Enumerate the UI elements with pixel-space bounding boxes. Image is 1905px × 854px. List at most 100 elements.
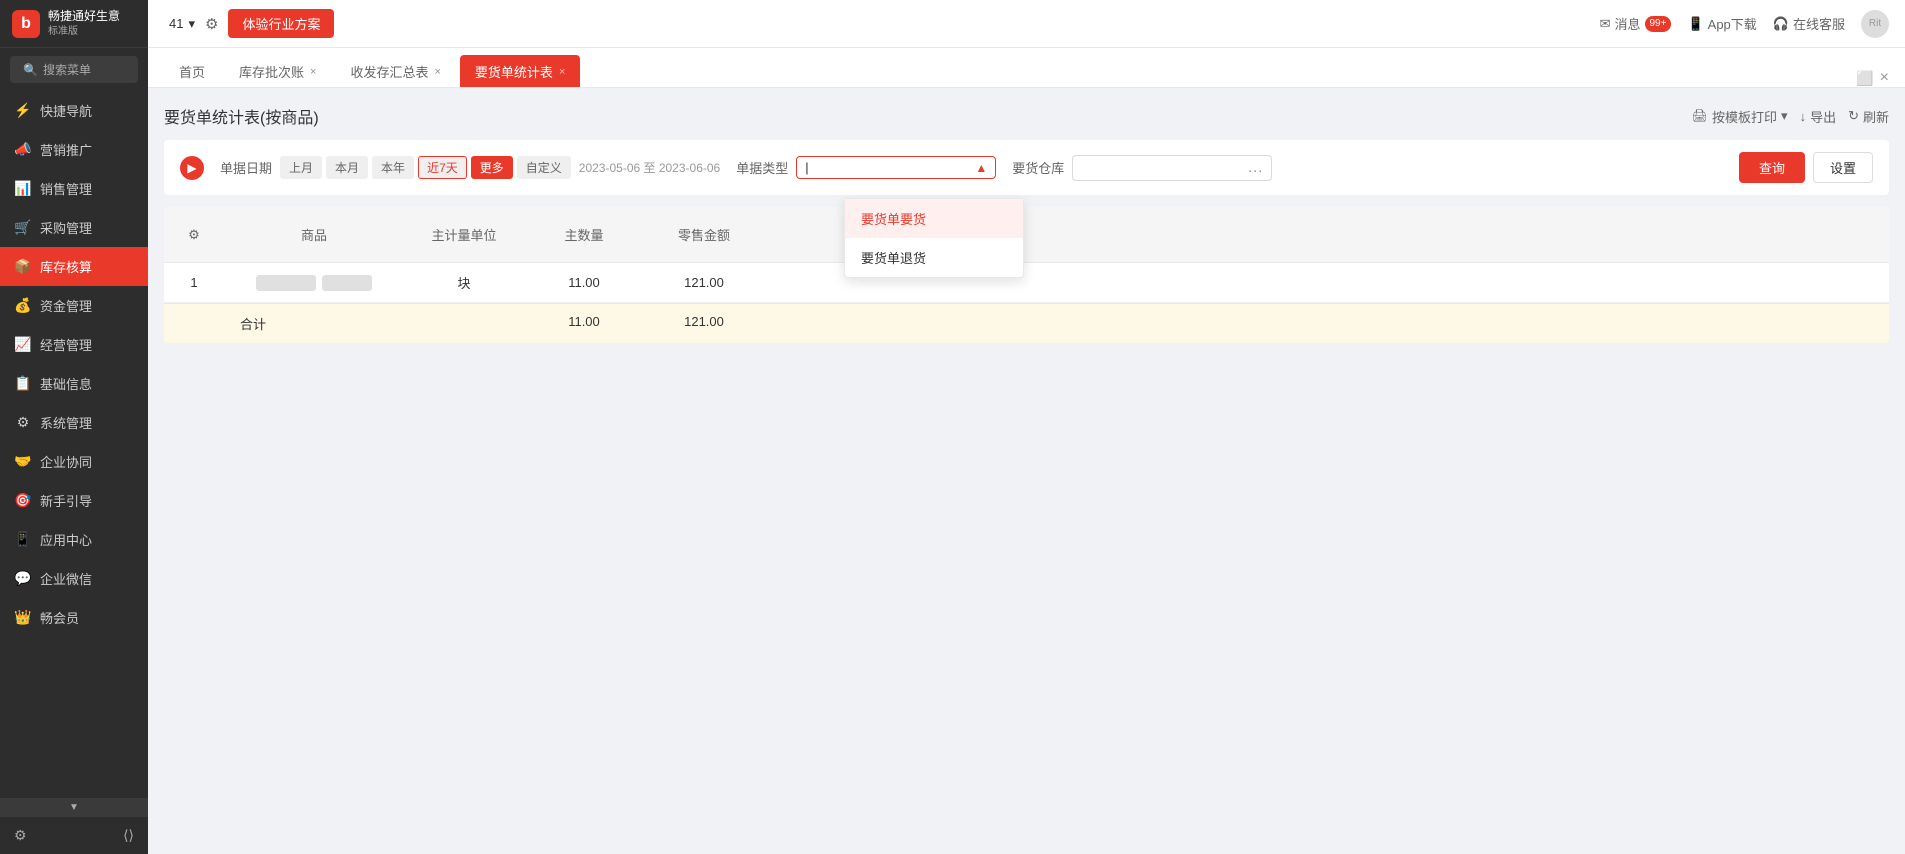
sidebar-item-inventory[interactable]: 📦 库存核算	[0, 247, 148, 286]
tab-close-inventory-batch[interactable]: ×	[310, 66, 316, 78]
sidebar-scroll-down[interactable]: ▼	[0, 798, 148, 816]
th-unit: 主计量单位	[404, 217, 524, 252]
sidebar-items: ⚡ 快捷导航 📣 营销推广 📊 销售管理 🛒 采购管理 📦 库存核算 💰 资金管…	[0, 91, 148, 798]
table-footer: 合计 11.00 121.00	[164, 303, 1889, 343]
print-button[interactable]: 🖨 按模板打印 ▾	[1692, 107, 1788, 126]
content-area: 要货单统计表(按商品) 🖨 按模板打印 ▾ ↓ 导出 ↻ 刷新 ▶	[148, 88, 1905, 854]
sidebar-item-newbie[interactable]: 🎯 新手引导	[0, 481, 148, 520]
sidebar-item-wechat[interactable]: 💬 企业微信	[0, 559, 148, 598]
type-select-value: |	[805, 160, 975, 175]
date-last-month[interactable]: 上月	[280, 156, 322, 179]
search-menu-button[interactable]: 🔍 搜索菜单	[10, 56, 138, 83]
date-custom-button[interactable]: 自定义	[517, 156, 571, 179]
logo-text: 畅捷通好生意 标准版	[48, 9, 120, 38]
type-dropdown: 要货单要货 要货单退货	[844, 198, 1024, 278]
product-name-placeholder	[256, 275, 316, 291]
tab-order-stats[interactable]: 要货单统计表 ×	[460, 55, 580, 87]
purchase-icon: 🛒	[14, 219, 32, 237]
warehouse-select[interactable]: …	[1072, 155, 1272, 181]
export-button[interactable]: ↓ 导出	[1800, 107, 1837, 126]
enterprise-icon: 🤝	[14, 453, 32, 471]
marketing-icon: 📣	[14, 141, 32, 159]
tab-home[interactable]: 首页	[164, 55, 220, 87]
sidebar-item-management[interactable]: 📈 经营管理	[0, 325, 148, 364]
system-icon: ⚙	[14, 414, 32, 432]
sidebar-item-system[interactable]: ⚙ 系统管理	[0, 403, 148, 442]
table-body: 1 块 11.00 121.00	[164, 263, 1889, 303]
sidebar-item-enterprise[interactable]: 🤝 企业协同	[0, 442, 148, 481]
sidebar-item-marketing[interactable]: 📣 营销推广	[0, 130, 148, 169]
tab-inventory-batch[interactable]: 库存批次账 ×	[224, 55, 331, 87]
inventory-icon: 📦	[14, 258, 32, 276]
collapse-icon[interactable]: ⟨⟩	[123, 827, 134, 844]
tab-close-order-stats[interactable]: ×	[559, 66, 565, 78]
tab-maximize-icon[interactable]: ⬜	[1856, 70, 1873, 87]
finance-icon: 💰	[14, 297, 32, 315]
sidebar-item-finance[interactable]: 💰 资金管理	[0, 286, 148, 325]
table-row: 1 块 11.00 121.00	[164, 263, 1889, 303]
tf-extra	[764, 304, 1889, 343]
sidebar-item-apps[interactable]: 📱 应用中心	[0, 520, 148, 559]
date-range-display: 2023-05-06 至 2023-06-06	[579, 159, 720, 176]
tab-close-all-icon[interactable]: ×	[1880, 69, 1889, 87]
tf-unit-empty	[404, 304, 524, 343]
tf-empty	[164, 304, 224, 343]
trial-button[interactable]: 体验行业方案	[228, 9, 334, 38]
search-icon: 🔍	[23, 63, 38, 77]
tab-bar: 首页 库存批次账 × 收发存汇总表 × 要货单统计表 × ⬜ ×	[148, 48, 1905, 88]
header-actions: 🖨 按模板打印 ▾ ↓ 导出 ↻ 刷新	[1692, 107, 1890, 126]
dropdown-item-order-goods[interactable]: 要货单要货	[845, 199, 1023, 238]
warehouse-filter-group: 要货仓库 …	[1012, 155, 1272, 181]
date-filter-group: 单据日期 上月 本月 本年 近7天 更多 自定义 2023-05-06 至 20…	[220, 156, 720, 179]
sales-icon: 📊	[14, 180, 32, 198]
query-button[interactable]: 查询	[1739, 152, 1805, 183]
page-header: 要货单统计表(按商品) 🖨 按模板打印 ▾ ↓ 导出 ↻ 刷新	[164, 104, 1889, 128]
message-icon: ✉	[1600, 16, 1611, 32]
th-settings[interactable]: ⚙	[164, 217, 224, 252]
date-last-7-days[interactable]: 近7天	[418, 156, 467, 179]
td-product	[224, 265, 404, 301]
th-quantity: 主数量	[524, 217, 644, 252]
member-icon: 👑	[14, 609, 32, 627]
type-filter-group: 单据类型 | ▲	[736, 156, 996, 179]
mobile-icon: 📱	[1687, 16, 1703, 32]
settings-th-icon: ⚙	[188, 227, 200, 243]
sidebar-item-basic[interactable]: 📋 基础信息	[0, 364, 148, 403]
topbar: 41 ▾ ⚙ 体验行业方案 ✉ 消息 99+ 📱 App下载 🎧 在线客服	[148, 0, 1905, 48]
user-avatar[interactable]: Rit	[1861, 10, 1889, 38]
date-this-year[interactable]: 本年	[372, 156, 414, 179]
print-dropdown-icon: ▾	[1781, 108, 1788, 124]
type-select[interactable]: | ▲	[796, 156, 996, 179]
th-amount: 零售金额	[644, 217, 764, 252]
tab-receive-summary[interactable]: 收发存汇总表 ×	[335, 55, 455, 87]
sidebar-item-member[interactable]: 👑 畅会员	[0, 598, 148, 637]
sidebar-item-quicknav[interactable]: ⚡ 快捷导航	[0, 91, 148, 130]
table-header: ⚙ 商品 主计量单位 主数量 零售金额	[164, 207, 1889, 263]
headset-icon: 🎧	[1773, 16, 1789, 32]
data-table: ⚙ 商品 主计量单位 主数量 零售金额 1 块	[164, 207, 1889, 343]
tab-close-receive-summary[interactable]: ×	[434, 66, 440, 78]
td-index: 1	[164, 265, 224, 300]
online-service-button[interactable]: 🎧 在线客服	[1773, 14, 1845, 33]
sidebar-item-sales[interactable]: 📊 销售管理	[0, 169, 148, 208]
sidebar-item-purchase[interactable]: 🛒 采购管理	[0, 208, 148, 247]
avatar: Rit	[1861, 10, 1889, 38]
td-unit: 块	[404, 263, 524, 302]
tenant-selector[interactable]: 41 ▾	[164, 16, 195, 32]
product-code-placeholder	[322, 275, 372, 291]
filter-expand-button[interactable]: ▶	[180, 156, 204, 180]
settings-bottom-icon[interactable]: ⚙	[14, 827, 27, 844]
refresh-button[interactable]: ↻ 刷新	[1848, 107, 1889, 126]
tf-amount: 121.00	[644, 304, 764, 343]
message-button[interactable]: ✉ 消息 99+	[1600, 14, 1672, 33]
logo-icon: b	[12, 10, 40, 38]
app-download-button[interactable]: 📱 App下载	[1687, 14, 1756, 33]
date-more-button[interactable]: 更多	[471, 156, 513, 179]
quicknav-icon: ⚡	[14, 102, 32, 120]
print-icon: 🖨	[1692, 108, 1709, 124]
date-this-month[interactable]: 本月	[326, 156, 368, 179]
topbar-settings-icon[interactable]: ⚙	[205, 15, 218, 33]
filter-settings-button[interactable]: 设置	[1813, 152, 1873, 183]
page-title: 要货单统计表(按商品)	[164, 104, 319, 128]
dropdown-item-order-return[interactable]: 要货单退货	[845, 238, 1023, 277]
